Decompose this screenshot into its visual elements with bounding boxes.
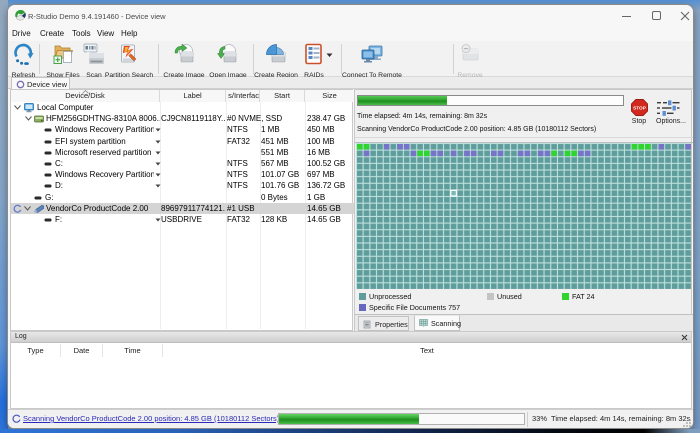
svg-text:STOP: STOP — [633, 106, 646, 112]
